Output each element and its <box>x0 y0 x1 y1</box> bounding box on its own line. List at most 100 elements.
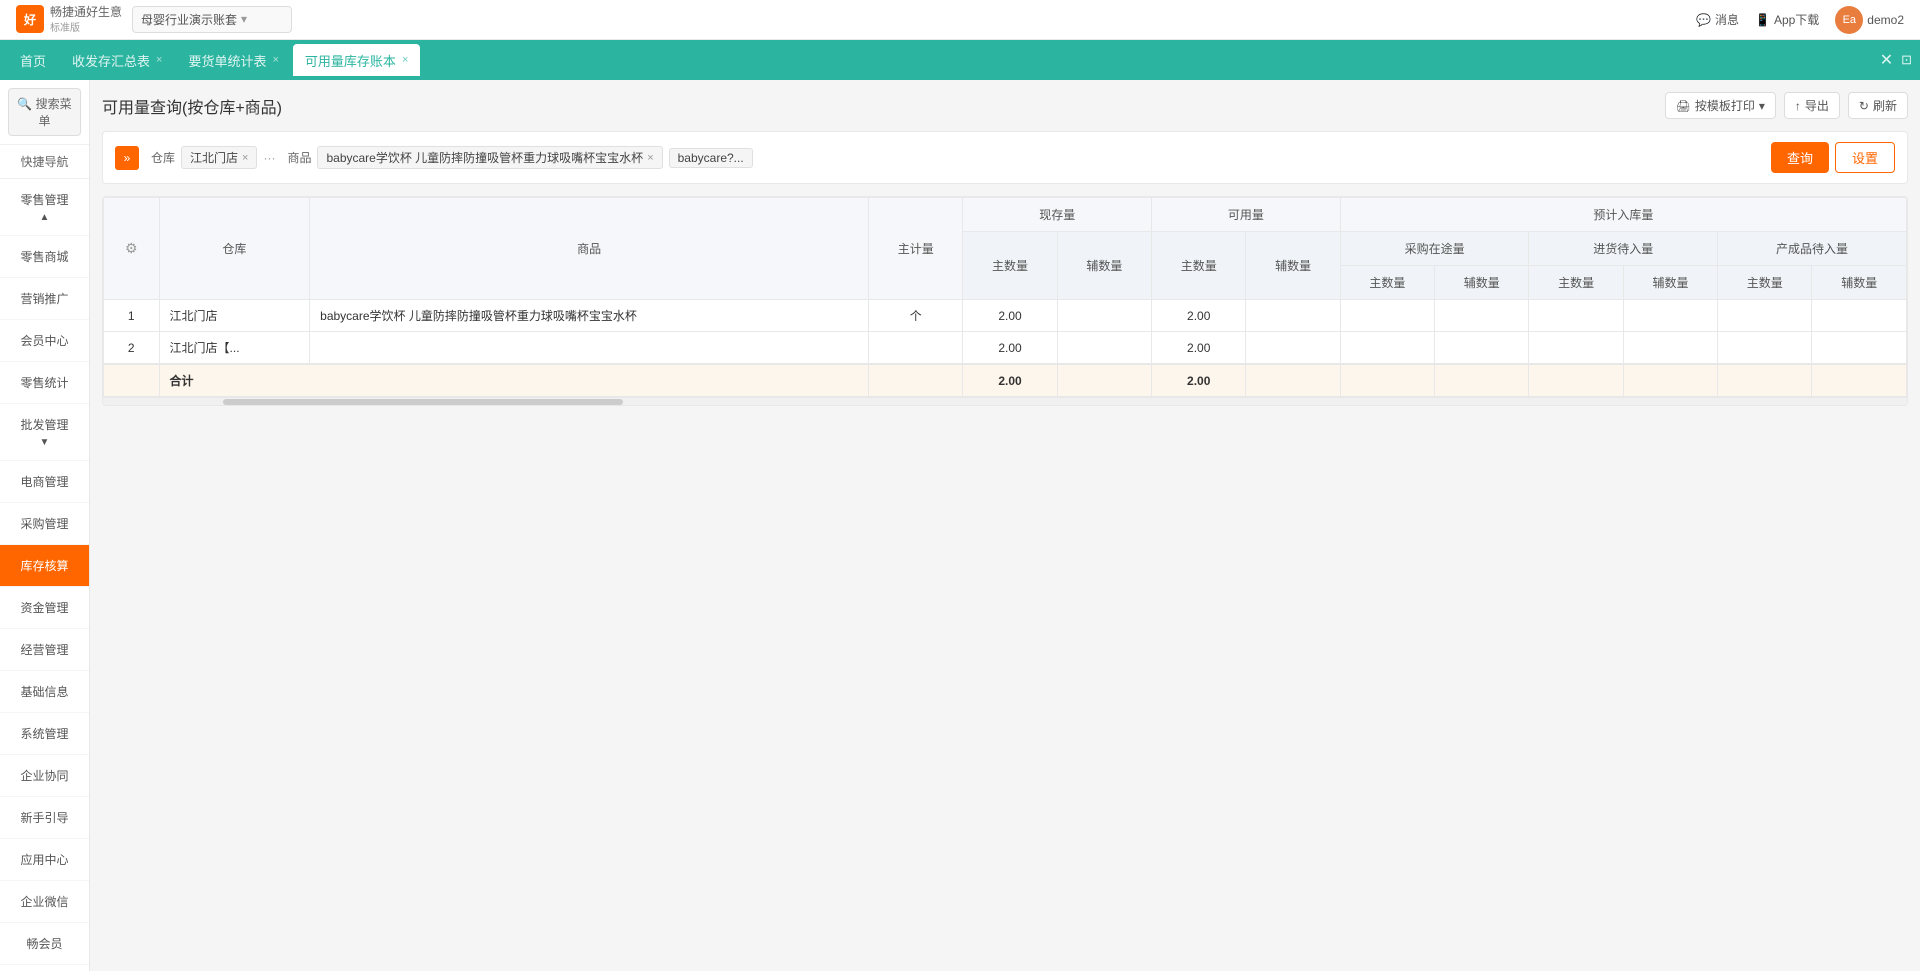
logo-text: 畅捷通好生意 <box>50 5 122 19</box>
sidebar-item-enterprise-wechat[interactable]: 企业微信 <box>0 881 89 923</box>
sidebar-item-retail-mall[interactable]: 零售商城 <box>0 236 89 278</box>
warehouse-tag[interactable]: 江北门店 × <box>181 146 257 169</box>
th-warehouse: 仓库 <box>159 198 310 300</box>
row1-unit: 个 <box>869 300 963 332</box>
content-area: 可用量查询(按仓库+商品) 🖨 按模板打印 ▾ ↑ 导出 ↻ 刷新 <box>90 80 1920 971</box>
page-header: 可用量查询(按仓库+商品) 🖨 按模板打印 ▾ ↑ 导出 ↻ 刷新 <box>102 92 1908 119</box>
product-tag-1-text: babycare学饮杯 儿童防摔防撞吸管杯重力球吸嘴杯宝宝水杯 <box>326 149 643 166</box>
row1-arrival-aux <box>1623 300 1717 332</box>
message-label: 消息 <box>1715 11 1739 28</box>
phone-icon: 📱 <box>1755 13 1770 27</box>
total-unit <box>869 364 963 397</box>
company-selector[interactable]: 母婴行业演示账套 ▾ <box>132 6 292 33</box>
basic-info-label: 基础信息 <box>20 683 68 700</box>
row2-product <box>310 332 869 365</box>
logo-icon: 好 <box>16 5 44 33</box>
system-label: 系统管理 <box>20 725 68 742</box>
sidebar-item-member[interactable]: 会员中心 <box>0 320 89 362</box>
refresh-button[interactable]: ↻ 刷新 <box>1848 92 1908 119</box>
product-tags: babycare学饮杯 儿童防摔防撞吸管杯重力球吸嘴杯宝宝水杯 × babyca… <box>317 146 752 169</box>
sidebar-item-purchase[interactable]: 采购管理 <box>0 503 89 545</box>
table-scrollbar[interactable] <box>103 397 1907 405</box>
sidebar-item-finance[interactable]: 资金管理 <box>0 587 89 629</box>
tab-receipt-close[interactable]: × <box>156 54 162 66</box>
app-download-label: App下载 <box>1774 11 1819 28</box>
product-tag-1[interactable]: babycare学饮杯 儿童防摔防撞吸管杯重力球吸嘴杯宝宝水杯 × <box>317 146 662 169</box>
export-label: 导出 <box>1805 97 1829 114</box>
search-menu-button[interactable]: 🔍 搜索菜单 <box>8 88 81 136</box>
data-table: ⚙ 仓库 商品 主计量 现存量 可用量 预计入库量 主数量 辅数量 主数量 辅数… <box>102 196 1908 406</box>
message-button[interactable]: 💬 消息 <box>1696 11 1739 28</box>
print-button[interactable]: 🖨 按模板打印 ▾ <box>1665 92 1776 119</box>
tab-receipt-summary[interactable]: 收发存汇总表 × <box>60 44 174 76</box>
row2-current-main: 2.00 <box>963 332 1057 365</box>
row1-available-main: 2.00 <box>1152 300 1246 332</box>
filter-expand-button[interactable]: » <box>115 146 139 170</box>
page-title: 可用量查询(按仓库+商品) <box>102 94 282 118</box>
sidebar-item-retail-mgmt[interactable]: 零售管理 ▲ <box>0 179 89 236</box>
chevron-down-icon-print: ▾ <box>1759 99 1765 113</box>
product-filter: 商品 babycare学饮杯 儿童防摔防撞吸管杯重力球吸嘴杯宝宝水杯 × bab… <box>287 146 752 169</box>
print-label: 按模板打印 <box>1695 97 1755 114</box>
retail-stats-label: 零售统计 <box>20 374 68 391</box>
search-icon: 🔍 <box>17 97 32 111</box>
total-available-aux <box>1246 364 1340 397</box>
tab-available-close[interactable]: × <box>402 54 408 66</box>
export-button[interactable]: ↑ 导出 <box>1784 92 1840 119</box>
warehouse-tags: 江北门店 × ··· <box>181 146 275 169</box>
product-tag-2[interactable]: babycare?... <box>669 148 753 168</box>
quick-nav-button[interactable]: 快捷导航 <box>0 145 89 179</box>
sidebar-item-ecommerce[interactable]: 电商管理 <box>0 461 89 503</box>
sidebar-item-system[interactable]: 系统管理 <box>0 713 89 755</box>
username: demo2 <box>1867 13 1904 27</box>
operations-label: 经营管理 <box>20 641 68 658</box>
total-label: 合计 <box>159 364 869 397</box>
chevron-icon: ▲ <box>40 212 50 223</box>
product-tag-1-close[interactable]: × <box>647 152 653 164</box>
total-purchase-main <box>1340 364 1434 397</box>
window-minimize-button[interactable]: ⊡ <box>1901 52 1912 68</box>
warehouse-tag-close[interactable]: × <box>242 152 248 164</box>
settings-button[interactable]: 设置 <box>1835 142 1895 173</box>
total-arrival-main <box>1529 364 1623 397</box>
sidebar-item-marketing[interactable]: 营销推广 <box>0 278 89 320</box>
row1-production-main <box>1718 300 1812 332</box>
top-bar-right: 💬 消息 📱 App下载 Ea demo2 <box>1696 6 1904 34</box>
sidebar-item-operations[interactable]: 经营管理 <box>0 629 89 671</box>
table-scroll-thumb[interactable] <box>223 399 623 405</box>
sidebar-item-membership[interactable]: 畅会员 <box>0 923 89 965</box>
sidebar-search-area: 🔍 搜索菜单 <box>0 80 89 145</box>
sidebar-item-wholesale[interactable]: 批发管理 ▼ <box>0 404 89 461</box>
row2-production-aux <box>1812 332 1907 365</box>
th-product: 商品 <box>310 198 869 300</box>
app-center-label: 应用中心 <box>20 851 68 868</box>
warehouse-more[interactable]: ··· <box>263 151 275 165</box>
page-actions: 🖨 按模板打印 ▾ ↑ 导出 ↻ 刷新 <box>1665 92 1908 119</box>
tab-order-close[interactable]: × <box>272 54 278 66</box>
avatar: Ea <box>1835 6 1863 34</box>
user-area[interactable]: Ea demo2 <box>1835 6 1904 34</box>
tab-available-ledger[interactable]: 可用量库存账本 × <box>293 44 420 76</box>
row2-arrival-aux <box>1623 332 1717 365</box>
row1-product: babycare学饮杯 儿童防摔防撞吸管杯重力球吸嘴杯宝宝水杯 <box>310 300 869 332</box>
row1-current-main: 2.00 <box>963 300 1057 332</box>
total-empty-1 <box>104 364 160 397</box>
sidebar-item-retail-stats[interactable]: 零售统计 <box>0 362 89 404</box>
app-download-button[interactable]: 📱 App下载 <box>1755 11 1819 28</box>
sidebar-item-enterprise[interactable]: 企业协同 <box>0 755 89 797</box>
tab-available-label: 可用量库存账本 <box>305 51 396 70</box>
window-close-button[interactable]: ✕ <box>1880 50 1893 70</box>
sidebar-item-app-center[interactable]: 应用中心 <box>0 839 89 881</box>
query-button[interactable]: 查询 <box>1771 142 1829 173</box>
row1-current-aux <box>1057 300 1151 332</box>
th-unit: 主计量 <box>869 198 963 300</box>
sidebar-item-inventory[interactable]: 库存核算 <box>0 545 89 587</box>
row1-purchase-aux <box>1435 300 1529 332</box>
sidebar-item-newbie[interactable]: 新手引导 <box>0 797 89 839</box>
tab-home[interactable]: 首页 <box>8 44 58 76</box>
row2-available-aux <box>1246 332 1340 365</box>
tab-order-summary[interactable]: 要货单统计表 × <box>176 44 290 76</box>
th-current-stock: 现存量 <box>963 198 1152 232</box>
th-gear[interactable]: ⚙ <box>104 198 160 300</box>
sidebar-item-basic-info[interactable]: 基础信息 <box>0 671 89 713</box>
